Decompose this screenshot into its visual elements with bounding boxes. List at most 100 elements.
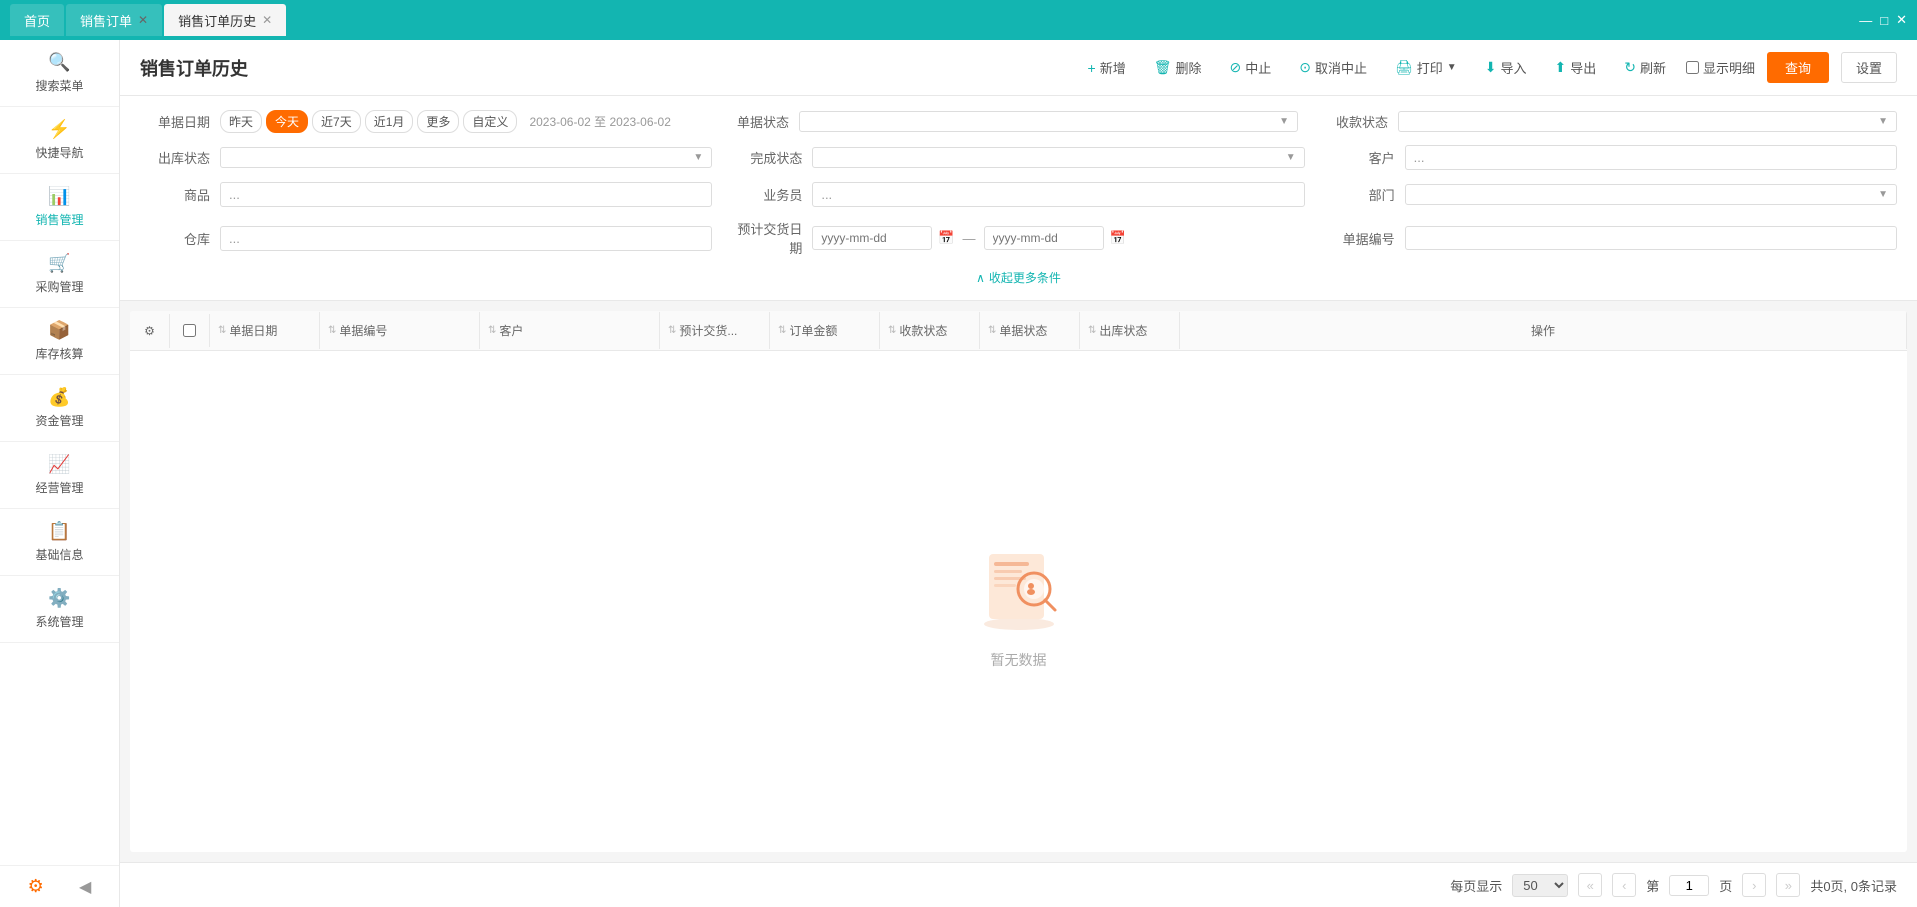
table-settings-icon[interactable]: ⚙ xyxy=(144,324,155,338)
add-button[interactable]: + 新增 xyxy=(1080,54,1134,81)
last-page-btn[interactable]: » xyxy=(1776,873,1800,897)
print-icon: 🖨 xyxy=(1395,59,1413,76)
th-receipt-status: ⇅ 收款状态 xyxy=(880,312,980,349)
cal-start-icon[interactable]: 📅 xyxy=(938,230,954,246)
th-checkbox[interactable] xyxy=(170,314,210,347)
collapse-filters-btn[interactable]: ∧ 收起更多条件 xyxy=(140,269,1897,286)
delivery-date-end-input[interactable] xyxy=(984,226,1104,250)
sidebar-item-operation[interactable]: 📈 经营管理 xyxy=(0,442,119,509)
query-button[interactable]: 查询 xyxy=(1767,52,1829,83)
page-number-input[interactable] xyxy=(1669,875,1709,896)
sidebar-item-sales-mgmt[interactable]: 📊 销售管理 xyxy=(0,174,119,241)
date-tag-today[interactable]: 今天 xyxy=(266,110,308,133)
filter-area: 单据日期 昨天 今天 近7天 近1月 更多 自定义 2023-06-02 至 2… xyxy=(120,96,1917,301)
delete-button[interactable]: 🗑 删除 xyxy=(1146,54,1210,81)
search-menu-icon: 🔍 xyxy=(48,52,70,73)
total-info: 共0页, 0条记录 xyxy=(1810,876,1897,895)
tab-sales-order-history[interactable]: 销售订单历史 ✕ xyxy=(164,4,286,36)
window-minimize[interactable]: — xyxy=(1859,13,1872,28)
sort-date-icon[interactable]: ⇅ xyxy=(218,325,226,336)
date-tag-more[interactable]: 更多 xyxy=(417,110,459,133)
main-layout: 🔍 搜索菜单 ⚡ 快捷导航 📊 销售管理 🛒 采购管理 📦 库存核算 💰 资金管… xyxy=(0,40,1917,907)
date-range-display: 2023-06-02 至 2023-06-02 xyxy=(529,113,670,130)
th-operation: 操作 xyxy=(1180,312,1907,349)
refresh-button[interactable]: ↻ 刷新 xyxy=(1616,54,1674,81)
th-settings[interactable]: ⚙ xyxy=(130,314,170,348)
show-detail-checkbox-wrapper[interactable]: 显示明细 xyxy=(1686,58,1755,77)
delivery-date-start-input[interactable] xyxy=(812,226,932,250)
show-detail-checkbox[interactable] xyxy=(1686,61,1699,74)
receipt-status-select[interactable]: ▼ xyxy=(1398,111,1897,132)
filter-row-status: 出库状态 ▼ 完成状态 ▼ 客户 ... xyxy=(140,145,1897,170)
sidebar-item-purchase-mgmt[interactable]: 🛒 采购管理 xyxy=(0,241,119,308)
sort-order-status-icon[interactable]: ⇅ xyxy=(988,325,996,336)
tab-sales-order[interactable]: 销售订单 ✕ xyxy=(66,4,162,36)
out-status-select[interactable]: ▼ xyxy=(220,147,712,168)
date-tag-yesterday[interactable]: 昨天 xyxy=(220,110,262,133)
tab-home[interactable]: 首页 xyxy=(10,4,64,36)
sort-customer-icon[interactable]: ⇅ xyxy=(488,325,496,336)
empty-state: 暂无数据 xyxy=(130,351,1907,852)
dept-select[interactable]: ▼ xyxy=(1405,184,1897,205)
th-order-no: ⇅ 单据编号 xyxy=(320,312,480,349)
sort-receipt-status-icon[interactable]: ⇅ xyxy=(888,325,896,336)
complete-status-select[interactable]: ▼ xyxy=(812,147,1304,168)
sort-amount-icon[interactable]: ⇅ xyxy=(778,325,786,336)
basic-info-icon: 📋 xyxy=(48,521,70,542)
sort-delivery-icon[interactable]: ⇅ xyxy=(668,325,676,336)
sidebar-item-sys-mgmt[interactable]: ⚙️ 系统管理 xyxy=(0,576,119,643)
quick-nav-icon: ⚡ xyxy=(48,119,70,140)
export-button[interactable]: ⬆ 导出 xyxy=(1546,54,1604,81)
sidebar-item-inventory[interactable]: 📦 库存核算 xyxy=(0,308,119,375)
cancel-stop-icon: ⊙ xyxy=(1299,59,1311,76)
sidebar-collapse-icon[interactable]: ◀ xyxy=(79,877,91,897)
cancel-stop-button[interactable]: ⊙ 取消中止 xyxy=(1291,54,1375,81)
salesperson-ellipsis[interactable]: ... xyxy=(812,182,1304,207)
product-ellipsis[interactable]: ... xyxy=(220,182,712,207)
page-size-select[interactable]: 50 10 20 100 xyxy=(1512,874,1568,897)
date-tag-custom[interactable]: 自定义 xyxy=(463,110,517,133)
inventory-icon: 📦 xyxy=(48,320,70,341)
th-amount: ⇅ 订单金额 xyxy=(770,312,880,349)
close-tab-sales-order[interactable]: ✕ xyxy=(138,13,148,27)
th-date: ⇅ 单据日期 xyxy=(210,312,320,349)
sort-out-status-icon[interactable]: ⇅ xyxy=(1088,325,1096,336)
operation-icon: 📈 xyxy=(48,454,70,475)
import-button[interactable]: ⬇ 导入 xyxy=(1477,54,1535,81)
window-close[interactable]: ✕ xyxy=(1896,12,1907,28)
print-button[interactable]: 🖨 打印 ▼ xyxy=(1387,54,1465,81)
settings-button[interactable]: 设置 xyxy=(1841,52,1897,83)
page-header: 销售订单历史 + 新增 🗑 删除 ⊘ 中止 ⊙ 取消中止 xyxy=(120,40,1917,96)
th-out-status: ⇅ 出库状态 xyxy=(1080,312,1180,349)
order-no-input[interactable] xyxy=(1405,226,1897,250)
window-maximize[interactable]: □ xyxy=(1880,13,1888,28)
select-all-checkbox[interactable] xyxy=(183,324,196,337)
sidebar-item-basic-info[interactable]: 📋 基础信息 xyxy=(0,509,119,576)
sort-order-no-icon[interactable]: ⇅ xyxy=(328,325,336,336)
th-delivery: ⇅ 预计交货... xyxy=(660,312,770,349)
sidebar-item-finance[interactable]: 💰 资金管理 xyxy=(0,375,119,442)
th-order-status: ⇅ 单据状态 xyxy=(980,312,1080,349)
add-icon: + xyxy=(1088,60,1096,76)
order-status-select[interactable]: ▼ xyxy=(799,111,1298,132)
prev-page-btn[interactable]: ‹ xyxy=(1612,873,1636,897)
empty-illustration xyxy=(959,534,1079,634)
sidebar-settings-icon[interactable]: ⚙ xyxy=(28,876,44,897)
close-tab-sales-order-history[interactable]: ✕ xyxy=(262,13,272,27)
collapse-up-icon: ∧ xyxy=(976,271,985,285)
first-page-btn[interactable]: « xyxy=(1578,873,1602,897)
sidebar-item-search-menu[interactable]: 🔍 搜索菜单 xyxy=(0,40,119,107)
next-page-btn[interactable]: › xyxy=(1742,873,1766,897)
customer-ellipsis[interactable]: ... xyxy=(1405,145,1897,170)
sidebar-item-quick-nav[interactable]: ⚡ 快捷导航 xyxy=(0,107,119,174)
finance-icon: 💰 xyxy=(48,387,70,408)
sys-mgmt-icon: ⚙️ xyxy=(48,588,70,609)
stop-button[interactable]: ⊘ 中止 xyxy=(1222,54,1280,81)
purchase-mgmt-icon: 🛒 xyxy=(48,253,70,274)
filter-row-product: 商品 ... 业务员 ... 部门 ▼ xyxy=(140,182,1897,207)
date-tag-7days[interactable]: 近7天 xyxy=(312,110,361,133)
warehouse-ellipsis[interactable]: ... xyxy=(220,226,712,251)
date-tag-1month[interactable]: 近1月 xyxy=(365,110,414,133)
cal-end-icon[interactable]: 📅 xyxy=(1110,230,1126,246)
receipt-status-arrow-icon: ▼ xyxy=(1878,116,1888,127)
